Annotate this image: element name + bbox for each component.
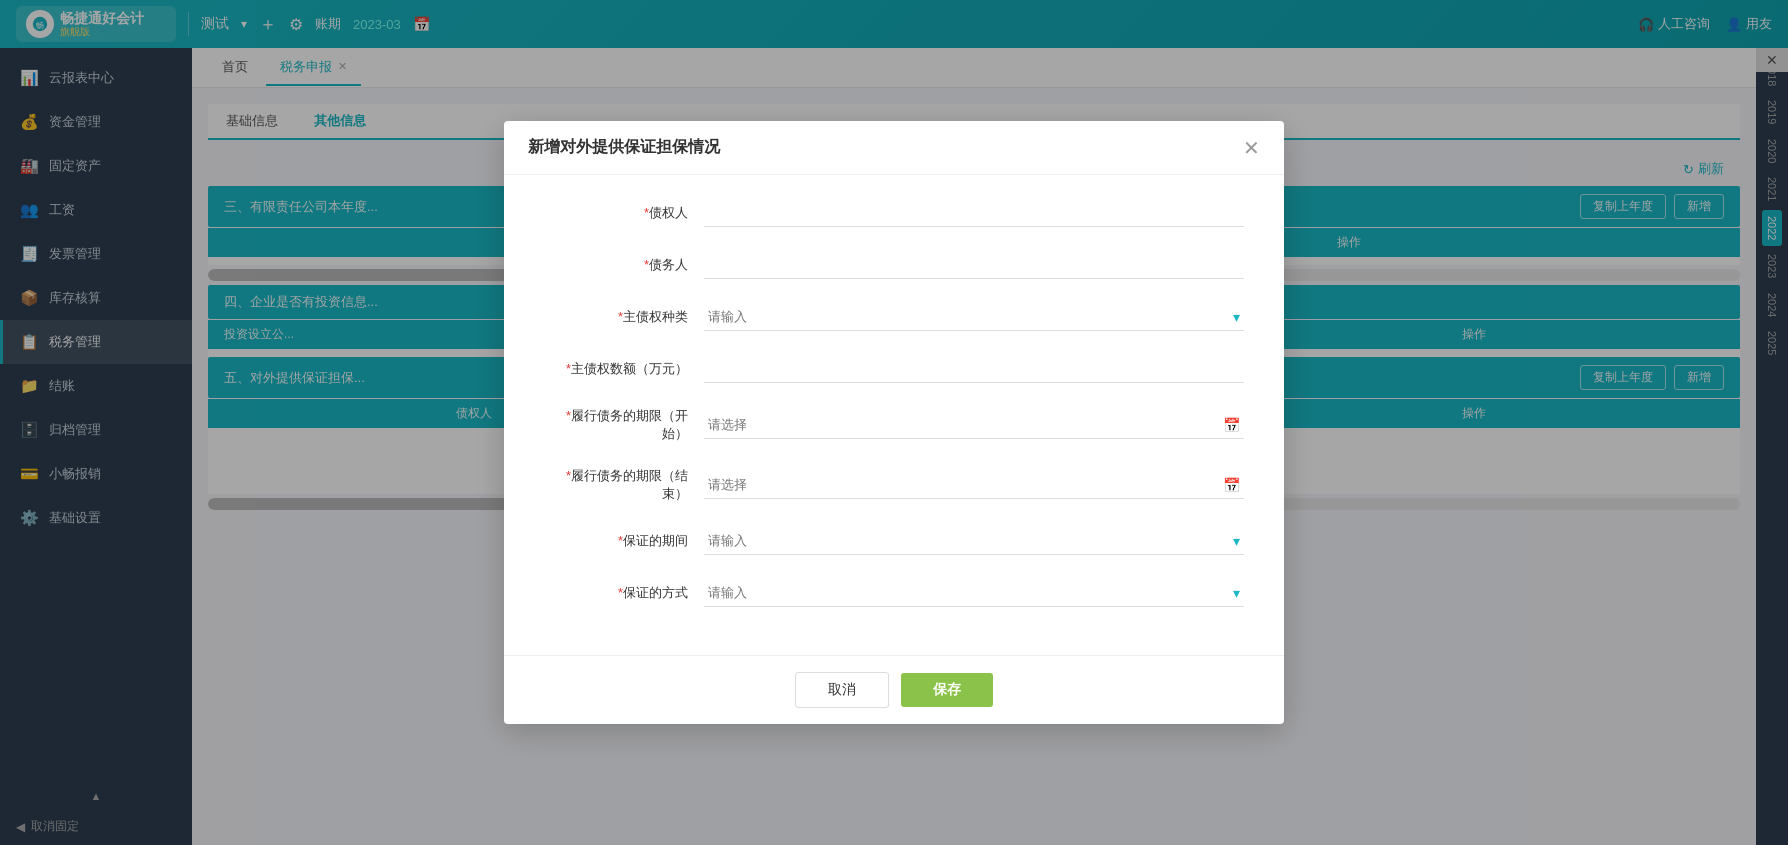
select-guarantee-method[interactable]: ▾: [704, 579, 1244, 607]
calendar-end-icon[interactable]: 📅: [1223, 477, 1244, 493]
form-row-claim-type: *主债权种类 ▾: [544, 303, 1244, 331]
modal-overlay: 新增对外提供保证担保情况 ✕ *债权人 *债务人 *主债权种类: [0, 0, 1788, 845]
form-row-guarantee-method: *保证的方式 ▾: [544, 579, 1244, 607]
chevron-down-period-icon[interactable]: ▾: [1233, 533, 1244, 549]
calendar-perform-end[interactable]: 📅: [704, 471, 1244, 499]
modal-close-button[interactable]: ✕: [1243, 138, 1260, 158]
form-row-perform-end: *履行债务的期限（结束） 📅: [544, 467, 1244, 503]
label-guarantee-period: *保证的期间: [544, 532, 704, 550]
chevron-down-icon[interactable]: ▾: [1233, 309, 1244, 325]
modal-footer: 取消 保存: [504, 655, 1284, 724]
input-creditor[interactable]: [704, 199, 1244, 227]
label-creditor: *债权人: [544, 204, 704, 222]
form-row-perform-start: *履行债务的期限（开始） 📅: [544, 407, 1244, 443]
modal-header: 新增对外提供保证担保情况 ✕: [504, 121, 1284, 175]
label-claim-amount: *主债权数额（万元）: [544, 360, 704, 378]
input-debtor[interactable]: [704, 251, 1244, 279]
modal-body: *债权人 *债务人 *主债权种类 ▾: [504, 175, 1284, 655]
form-row-debtor: *债务人: [544, 251, 1244, 279]
chevron-down-method-icon[interactable]: ▾: [1233, 585, 1244, 601]
select-claim-type-input[interactable]: [704, 303, 1233, 330]
form-row-guarantee-period: *保证的期间 ▾: [544, 527, 1244, 555]
label-debtor: *债务人: [544, 256, 704, 274]
select-guarantee-method-input[interactable]: [704, 579, 1233, 606]
modal-dialog: 新增对外提供保证担保情况 ✕ *债权人 *债务人 *主债权种类: [504, 121, 1284, 724]
calendar-start-icon[interactable]: 📅: [1223, 417, 1244, 433]
label-guarantee-method: *保证的方式: [544, 584, 704, 602]
select-claim-type[interactable]: ▾: [704, 303, 1244, 331]
label-perform-end: *履行债务的期限（结束）: [544, 467, 704, 503]
date-perform-end-input[interactable]: [704, 471, 1223, 498]
select-guarantee-period[interactable]: ▾: [704, 527, 1244, 555]
label-claim-type: *主债权种类: [544, 308, 704, 326]
form-row-claim-amount: *主债权数额（万元）: [544, 355, 1244, 383]
calendar-perform-start[interactable]: 📅: [704, 411, 1244, 439]
label-perform-start: *履行债务的期限（开始）: [544, 407, 704, 443]
cancel-button[interactable]: 取消: [795, 672, 889, 708]
date-perform-start-input[interactable]: [704, 411, 1223, 438]
form-row-creditor: *债权人: [544, 199, 1244, 227]
select-guarantee-period-input[interactable]: [704, 527, 1233, 554]
input-claim-amount[interactable]: [704, 355, 1244, 383]
modal-title: 新增对外提供保证担保情况: [528, 137, 720, 158]
save-button[interactable]: 保存: [901, 673, 993, 707]
